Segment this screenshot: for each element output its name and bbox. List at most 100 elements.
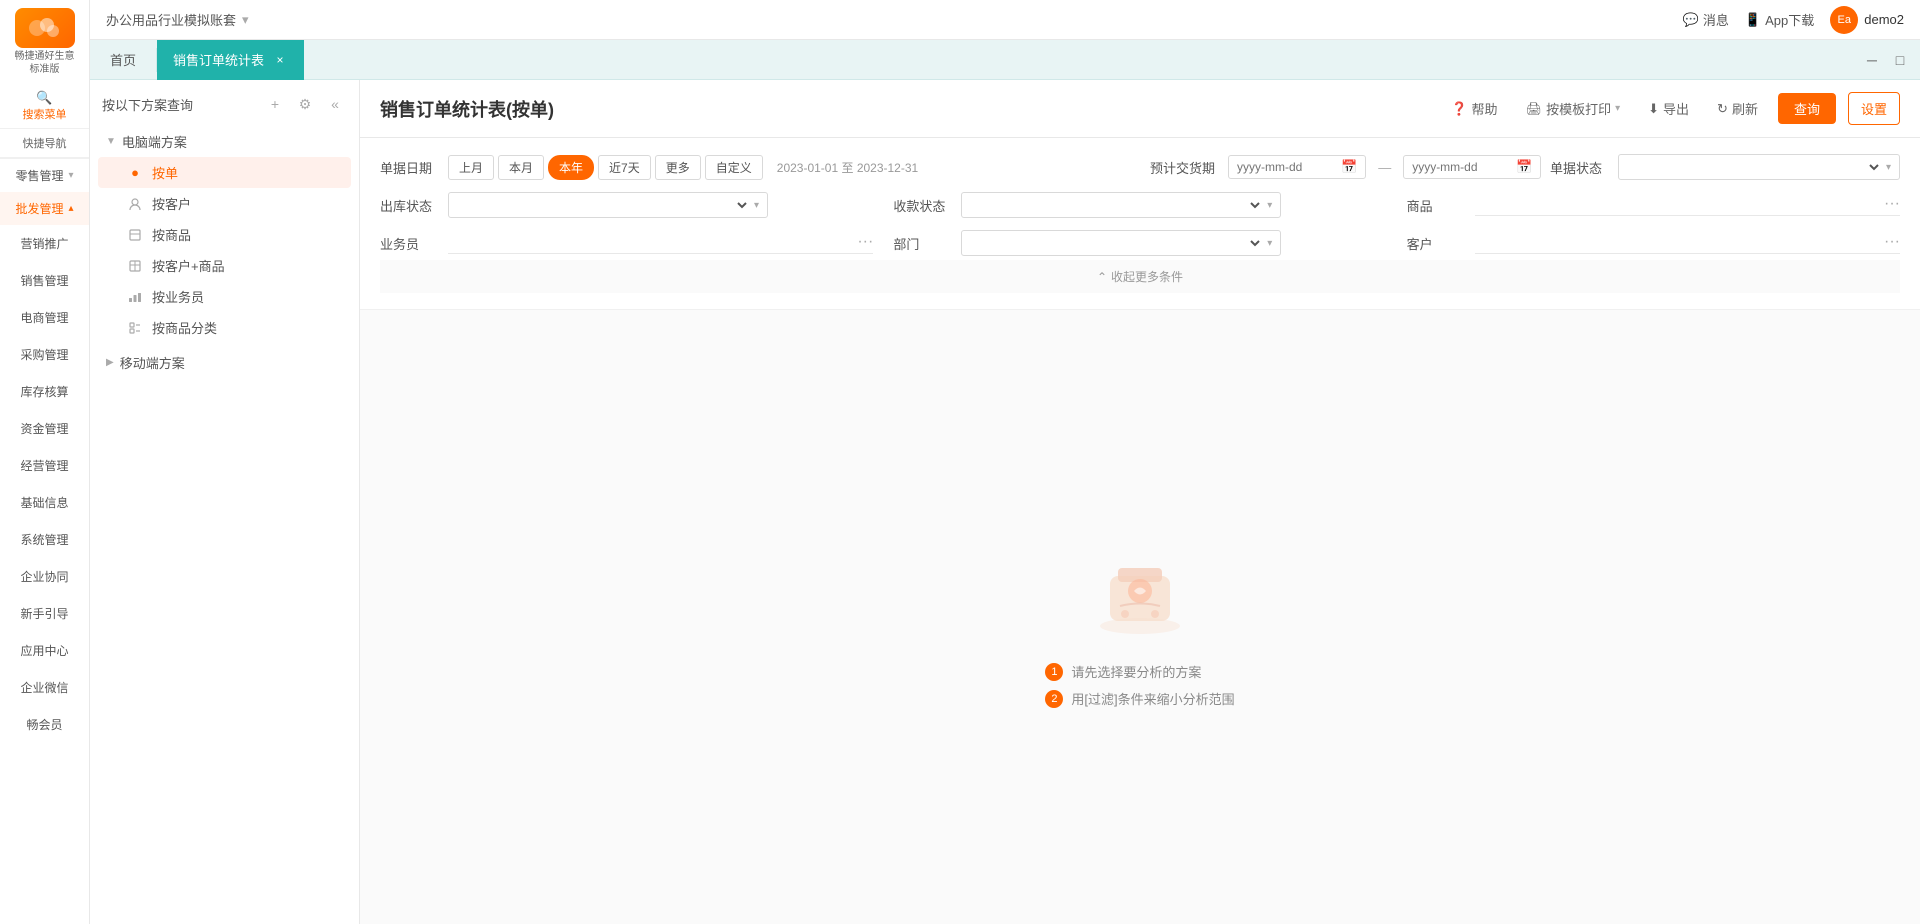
- home-tab[interactable]: 首页: [90, 40, 156, 80]
- sidebar-item-wholesale[interactable]: 批发管理 ▴: [0, 192, 89, 225]
- goods-input[interactable]: [1475, 197, 1884, 211]
- expected-date-start-input[interactable]: [1237, 160, 1337, 174]
- query-button[interactable]: 查询: [1778, 93, 1836, 124]
- minimize-button[interactable]: ─: [1860, 48, 1884, 72]
- active-tab-label: 销售订单统计表: [173, 50, 264, 69]
- sidebar-item-retail[interactable]: 零售管理 ▾: [0, 159, 89, 192]
- scheme-item-by-category[interactable]: 按商品分类: [98, 312, 351, 343]
- sidebar-item-basics[interactable]: 基础信息: [0, 484, 89, 521]
- scheme-item-by-product[interactable]: 按商品: [98, 219, 351, 250]
- add-scheme-button[interactable]: +: [263, 92, 287, 116]
- scheme-item-by-order[interactable]: ● 按单: [98, 157, 351, 188]
- date-btn-this-year[interactable]: 本年: [548, 155, 594, 180]
- date-filter-label: 单据日期: [380, 158, 440, 177]
- search-menu-label: 搜索菜单: [8, 106, 81, 122]
- page-title-row: 销售订单统计表(按单) ❓ 帮助 🖨 按模板打印 ▾ ⬇: [380, 92, 1900, 125]
- collapse-panel-button[interactable]: «: [323, 92, 347, 116]
- date-btn-last-month[interactable]: 上月: [448, 155, 494, 180]
- settings-scheme-button[interactable]: ⚙: [293, 92, 317, 116]
- export-icon: ⬇: [1648, 101, 1659, 117]
- refresh-button[interactable]: ↻ 刷新: [1709, 95, 1766, 122]
- tab-close-button[interactable]: ×: [272, 52, 288, 68]
- dept-filter-group: 部门 ▾: [893, 230, 1386, 256]
- date-btn-this-month[interactable]: 本月: [498, 155, 544, 180]
- avatar: Ea: [1830, 6, 1858, 34]
- date-range-divider: —: [1374, 160, 1395, 175]
- scheme-item-by-customer[interactable]: 按客户: [98, 188, 351, 219]
- status-select[interactable]: [1627, 159, 1882, 175]
- user-profile[interactable]: Ea demo2: [1830, 6, 1904, 34]
- tip-text-2: 用[过滤]条件来缩小分析范围: [1071, 689, 1234, 708]
- salesman-input[interactable]: [448, 235, 857, 249]
- customer-input[interactable]: [1475, 235, 1884, 249]
- date-btn-custom[interactable]: 自定义: [705, 155, 763, 180]
- sidebar-item-newbie[interactable]: 新手引导: [0, 595, 89, 632]
- pay-status-select-wrap[interactable]: ▾: [961, 192, 1281, 218]
- expected-date-end-input[interactable]: [1412, 160, 1512, 174]
- settings-button[interactable]: 设置: [1848, 92, 1900, 125]
- window-controls: ─ □: [1860, 48, 1920, 72]
- quick-nav-item[interactable]: 快捷导航: [0, 129, 89, 158]
- export-button[interactable]: ⬇ 导出: [1640, 95, 1697, 122]
- salesman-filter-group: 业务员 ···: [380, 233, 873, 254]
- active-tab[interactable]: 销售订单统计表 ×: [157, 40, 304, 80]
- pc-scheme-group-header[interactable]: ▼ 电脑端方案: [98, 126, 351, 157]
- help-button[interactable]: ❓ 帮助: [1443, 95, 1505, 122]
- sidebar-item-inventory[interactable]: 库存核算: [0, 373, 89, 410]
- scheme-section: ▼ 电脑端方案 ● 按单: [90, 126, 359, 382]
- sidebar-item-enterprise[interactable]: 企业协同: [0, 558, 89, 595]
- sidebar-item-purchase[interactable]: 采购管理: [0, 336, 89, 373]
- mobile-group-label: 移动端方案: [120, 353, 185, 372]
- calendar-start-icon: 📅: [1341, 159, 1357, 175]
- sidebar-item-system[interactable]: 系统管理: [0, 521, 89, 558]
- status-select-wrap[interactable]: ▾: [1618, 154, 1900, 180]
- expected-date-end[interactable]: 📅: [1403, 155, 1541, 179]
- scheme-item-by-salesman[interactable]: 按业务员: [98, 281, 351, 312]
- search-menu-item[interactable]: 🔍 搜索菜单: [0, 84, 89, 129]
- pay-status-select[interactable]: [970, 197, 1263, 213]
- sidebar-item-ecommerce[interactable]: 电商管理: [0, 299, 89, 336]
- sidebar-item-member[interactable]: 畅会员: [0, 706, 89, 743]
- filter-row-2: 出库状态 ▾ 收款状态: [380, 192, 1900, 218]
- dept-select[interactable]: [970, 235, 1263, 251]
- sidebar-item-finance[interactable]: 资金管理: [0, 410, 89, 447]
- sidebar-item-operations[interactable]: 经营管理: [0, 447, 89, 484]
- salesman-more-icon[interactable]: ···: [857, 233, 873, 251]
- app-download-action[interactable]: 📱 App下载: [1745, 10, 1814, 29]
- customer-more-icon[interactable]: ···: [1884, 233, 1900, 251]
- date-btn-7-days[interactable]: 近7天: [598, 155, 651, 180]
- message-action[interactable]: 💬 消息: [1683, 10, 1729, 29]
- pay-status-group: 收款状态 ▾: [893, 192, 1386, 218]
- date-btn-more[interactable]: 更多: [655, 155, 701, 180]
- message-icon: 💬: [1683, 12, 1699, 28]
- tip-text-1: 请先选择要分析的方案: [1071, 662, 1201, 681]
- salesman-label: 业务员: [380, 234, 440, 253]
- topbar-title: 办公用品行业模拟账套 ▾: [106, 10, 1673, 29]
- mobile-scheme-group-header[interactable]: ▶ 移动端方案: [98, 347, 351, 378]
- dropdown-arrow[interactable]: ▾: [242, 12, 249, 28]
- dept-select-wrap[interactable]: ▾: [961, 230, 1281, 256]
- scheme-label-customer-product: 按客户+商品: [152, 256, 225, 275]
- expected-date-start[interactable]: 📅: [1228, 155, 1366, 179]
- group-expand-icon: ▼: [106, 136, 116, 147]
- left-panel: 按以下方案查询 + ⚙ « ▼: [90, 80, 360, 924]
- empty-tip-1: 1 请先选择要分析的方案: [1045, 662, 1234, 681]
- left-panel-header: 按以下方案查询 + ⚙ «: [90, 92, 359, 126]
- collapse-bar[interactable]: ⌃ 收起更多条件: [380, 260, 1900, 293]
- expected-date-label: 预计交货期: [1150, 158, 1220, 177]
- goods-more-icon[interactable]: ···: [1884, 195, 1900, 213]
- ship-status-select-wrap[interactable]: ▾: [448, 192, 768, 218]
- ship-status-select[interactable]: [457, 197, 750, 213]
- status-dropdown-icon: ▾: [1886, 162, 1891, 173]
- sidebar-item-wechat[interactable]: 企业微信: [0, 669, 89, 706]
- scheme-icon-order: ●: [126, 164, 144, 182]
- logo-image: [15, 8, 75, 48]
- print-button[interactable]: 🖨 按模板打印 ▾: [1518, 95, 1629, 122]
- date-filter-group: 单据日期 上月 本月 本年 近7天 更多 自定义 2023-01-01 至 20…: [380, 155, 1130, 180]
- maximize-button[interactable]: □: [1888, 48, 1912, 72]
- sidebar-item-sales[interactable]: 销售管理: [0, 262, 89, 299]
- scheme-label-category: 按商品分类: [152, 318, 217, 337]
- sidebar-item-marketing[interactable]: 营销推广: [0, 225, 89, 262]
- scheme-item-by-customer-product[interactable]: 按客户+商品: [98, 250, 351, 281]
- sidebar-item-appcenter[interactable]: 应用中心: [0, 632, 89, 669]
